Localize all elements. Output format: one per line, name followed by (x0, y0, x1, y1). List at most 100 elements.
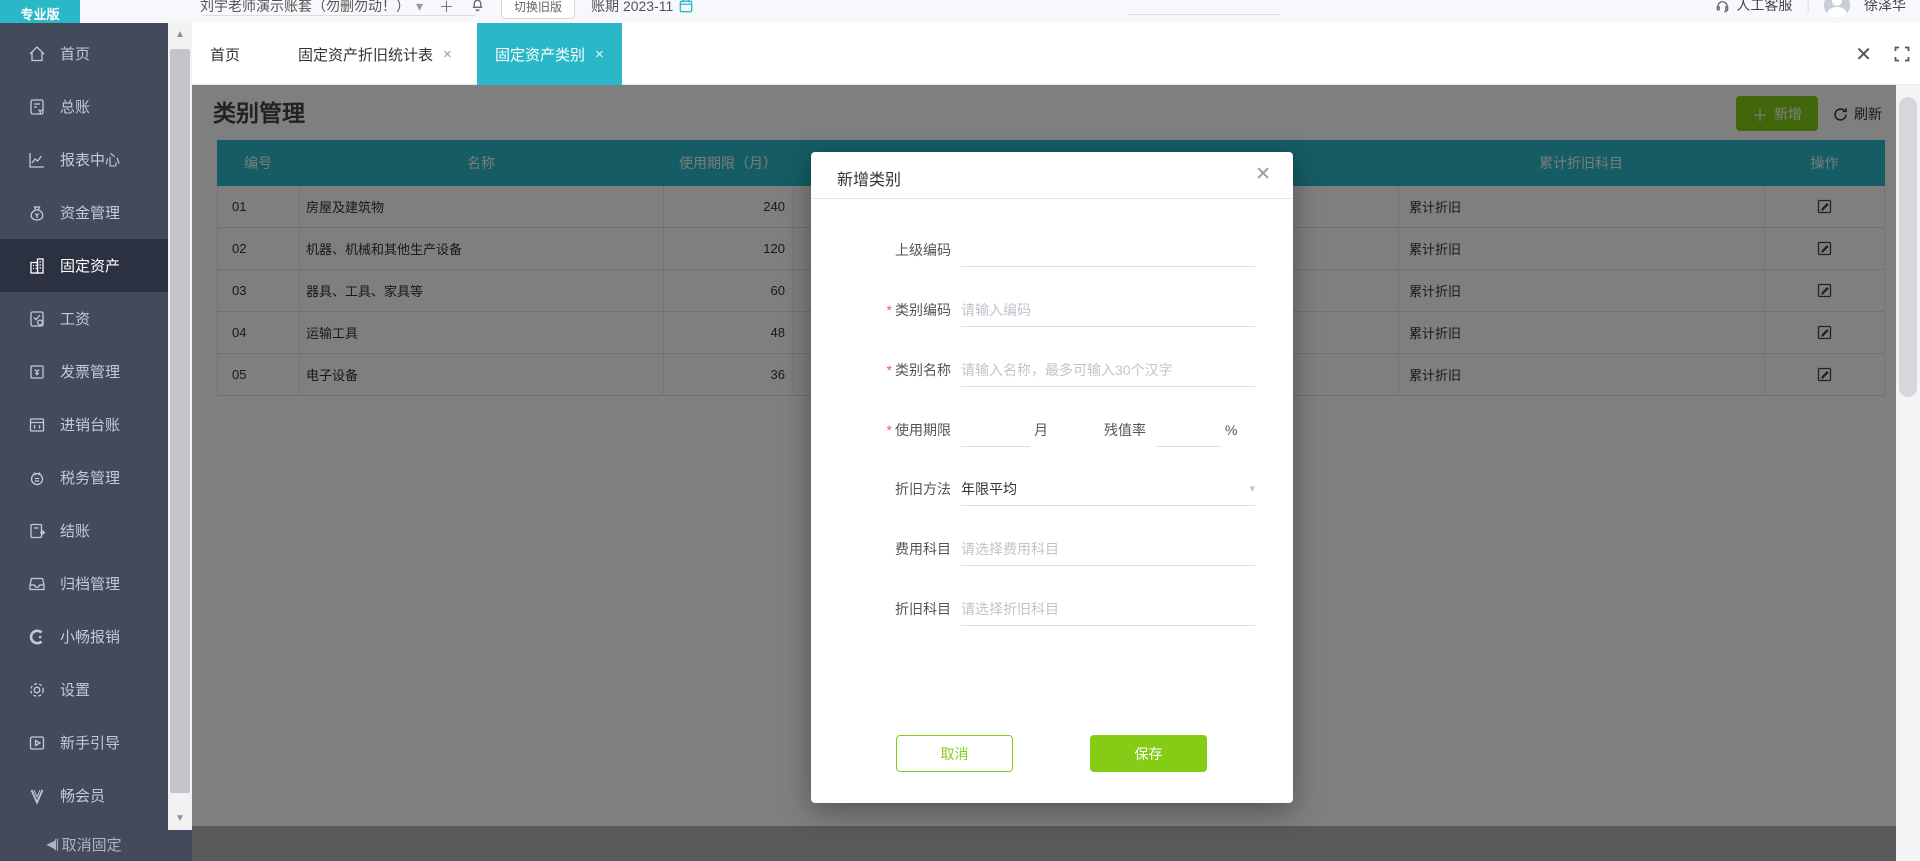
tab-home[interactable]: 首页 (192, 23, 258, 85)
add-category-modal: 新增类别 ✕ 上级编码 *类别编码 *类别名称 *使用期限 月 残值率 % 折旧… (811, 152, 1293, 803)
sidebar-scrollbar-thumb[interactable] (170, 49, 190, 793)
depr-method-value: 年限平均 (961, 480, 1017, 497)
caret-down-icon: ▾ (416, 0, 424, 14)
sidebar-item-guide[interactable]: 新手引导 (0, 716, 168, 769)
chart-icon (29, 152, 44, 168)
field-label: 折旧方法 (895, 481, 951, 497)
invoice-icon (30, 364, 44, 379)
sidebar-item-label: 首页 (60, 46, 91, 63)
parent-code-input[interactable] (961, 241, 1255, 258)
money-bag-icon (30, 205, 44, 221)
modal-title: 新增类别 (837, 172, 902, 189)
sidebar-item-label: 归档管理 (60, 576, 121, 593)
divider: | (1806, 0, 1810, 13)
ledger-icon (30, 98, 44, 115)
sidebar-item-reimburse[interactable]: 小畅报销 (0, 610, 168, 663)
sidebar: 首页 总账 报表中心 资金管理 固定资产 工资 发票管理 进销台账 税务管理 结… (0, 20, 192, 861)
field-label: 费用科目 (895, 541, 951, 557)
sidebar-item-settings[interactable]: 设置 (0, 663, 168, 716)
switch-version-button[interactable]: 切换旧版 (501, 0, 576, 19)
sidebar-item-label: 结账 (60, 523, 91, 540)
sidebar-item-funds[interactable]: 资金管理 (0, 186, 168, 239)
sidebar-item-archive[interactable]: 归档管理 (0, 557, 168, 610)
close-all-icon[interactable]: ✕ (1855, 42, 1872, 67)
close-tab-icon[interactable]: × (595, 46, 604, 63)
field-useful-life: * 使用期限 月 残值率 % (811, 413, 1293, 447)
category-code-input[interactable] (961, 301, 1255, 318)
sidebar-item-general-ledger[interactable]: 总账 (0, 80, 168, 133)
tab-asset-category[interactable]: 固定资产类别 × (477, 23, 622, 85)
home-icon (29, 45, 45, 61)
salary-doc-icon (30, 310, 44, 327)
period-selector[interactable]: 账期 2023-11 (591, 0, 693, 16)
field-parent-code: 上级编码 (811, 233, 1293, 267)
app-window: 刘宇老师演示账套（勿删勿动！） ▾ ＋ 切换旧版 账期 2023-11 人工客服… (0, 0, 1920, 861)
field-label: 折旧科目 (895, 601, 951, 617)
edition-tag: 专业版 (0, 0, 80, 23)
expense-account-input[interactable] (961, 540, 1255, 557)
sidebar-item-label: 发票管理 (60, 364, 121, 381)
field-label: 类别名称 (895, 362, 951, 378)
depr-method-select[interactable]: 年限平均 ▾ (961, 472, 1255, 506)
archive-tray-icon (29, 577, 45, 590)
tabbar-window-icons: ✕ (1855, 23, 1910, 85)
percent-unit: % (1225, 422, 1238, 438)
support-link[interactable]: 人工客服 (1715, 0, 1792, 15)
c-logo-icon (29, 629, 43, 644)
closing-book-icon (30, 523, 46, 538)
months-unit: 月 (1034, 422, 1048, 438)
sidebar-item-report-center[interactable]: 报表中心 (0, 133, 168, 186)
modal-header: 新增类别 ✕ (811, 152, 1293, 199)
sidebar-item-fixed-assets[interactable]: 固定资产 (0, 239, 168, 292)
calendar-icon (679, 0, 693, 13)
user-name: 徐泽华 (1864, 0, 1906, 13)
required-star: * (886, 302, 892, 318)
company-selector[interactable]: 刘宇老师演示账套（勿删勿动！） ▾ (200, 0, 423, 16)
sidebar-item-home[interactable]: 首页 (0, 27, 168, 80)
bell-icon[interactable] (470, 0, 485, 15)
residual-rate-input[interactable] (1156, 413, 1221, 429)
v-member-icon (30, 789, 44, 805)
sidebar-item-invoices[interactable]: 发票管理 (0, 345, 168, 398)
sidebar-item-label: 税务管理 (60, 470, 121, 487)
cancel-button[interactable]: 取消 (896, 735, 1013, 772)
modal-close-icon[interactable]: ✕ (1255, 163, 1271, 186)
sidebar-item-salary[interactable]: 工资 (0, 292, 168, 345)
caret-down-icon: ▾ (1249, 483, 1255, 495)
scroll-down-icon[interactable]: ▼ (168, 813, 192, 824)
tab-label: 固定资产类别 (495, 46, 586, 64)
category-name-input[interactable] (961, 361, 1255, 378)
sidebar-item-member[interactable]: 畅会员 (0, 769, 168, 822)
topbar-right: 人工客服 | 徐泽华 (1715, 0, 1906, 22)
depr-account-input[interactable] (961, 600, 1255, 617)
window-scrollbar-thumb[interactable] (1899, 97, 1917, 397)
field-category-code: * 类别编码 (811, 293, 1293, 327)
sidebar-item-purchase-sales[interactable]: 进销台账 (0, 398, 168, 451)
avatar[interactable] (1824, 0, 1850, 18)
field-category-name: * 类别名称 (811, 353, 1293, 387)
building-icon (30, 257, 44, 274)
scroll-up-icon[interactable]: ▲ (168, 29, 192, 40)
tab-bar: 首页 固定资产折旧统计表 × 固定资产类别 × ✕ (192, 23, 1920, 85)
sidebar-item-closing[interactable]: 结账 (0, 504, 168, 557)
required-star: * (886, 422, 892, 438)
play-square-icon (29, 735, 45, 750)
save-button[interactable]: 保存 (1090, 735, 1207, 772)
field-depr-method: 折旧方法 年限平均 ▾ (811, 472, 1293, 506)
sidebar-item-label: 新手引导 (60, 735, 121, 752)
useful-life-input[interactable] (961, 413, 1030, 429)
tab-depreciation-report[interactable]: 固定资产折旧统计表 × (280, 23, 470, 85)
close-tab-icon[interactable]: × (443, 46, 452, 63)
field-depr-account: 折旧科目 (811, 592, 1293, 626)
sidebar-item-tax[interactable]: 税务管理 (0, 451, 168, 504)
unpin-sidebar-button[interactable]: ◀∥ 取消固定 (0, 829, 168, 859)
fullscreen-icon[interactable] (1894, 46, 1910, 62)
topbar-items: 刘宇老师演示账套（勿删勿动！） ▾ ＋ 切换旧版 账期 2023-11 (200, 0, 693, 22)
gear-icon (30, 682, 44, 697)
sidebar-item-label: 小畅报销 (60, 629, 121, 646)
period-value: 账期 2023-11 (591, 0, 674, 14)
sidebar-scrollbar[interactable]: ▲ ▼ (168, 23, 192, 830)
window-scrollbar[interactable] (1896, 85, 1920, 861)
company-underline (202, 15, 475, 16)
tab-label: 首页 (210, 46, 241, 64)
